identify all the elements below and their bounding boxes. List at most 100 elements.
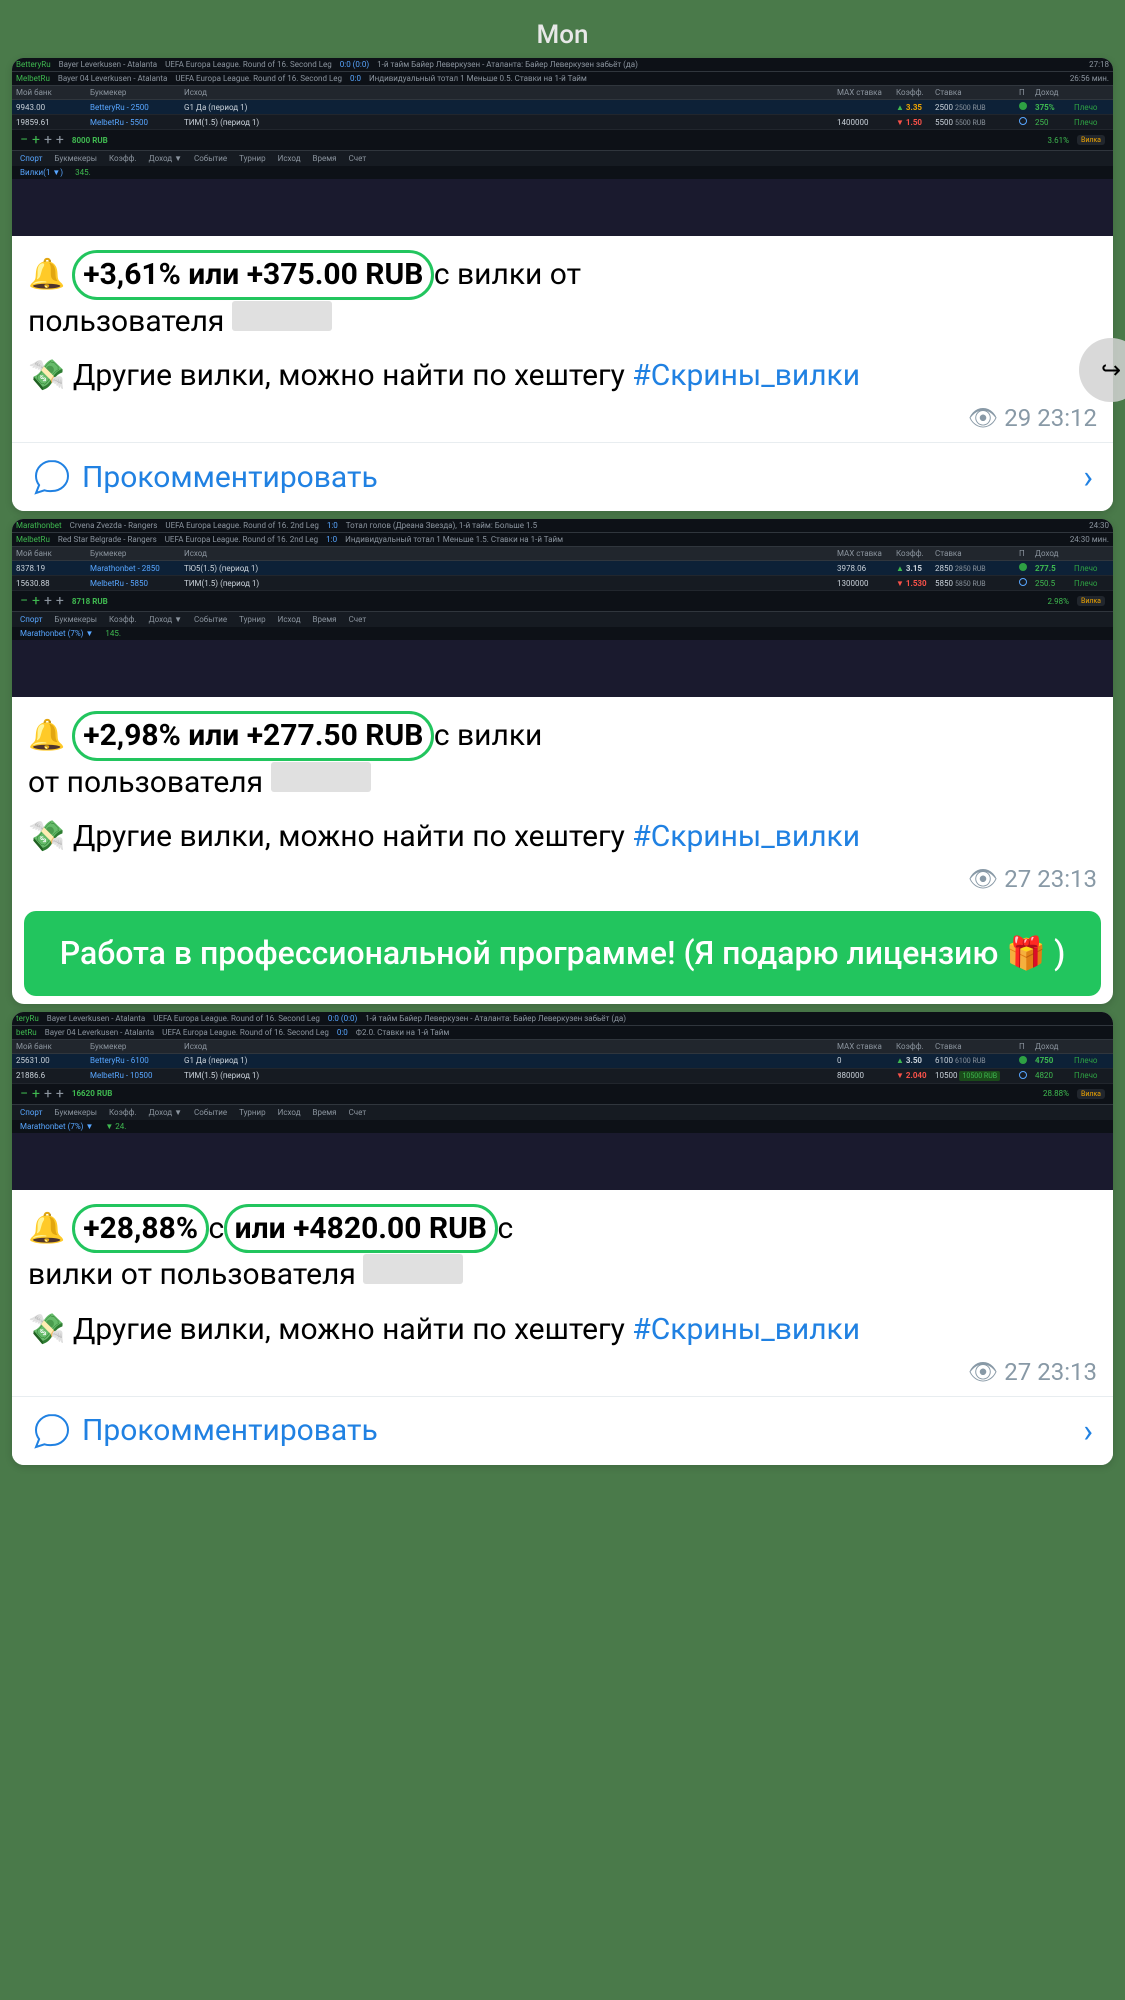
meta-2: 👁 27 23:13 <box>12 865 1113 903</box>
r3r2-bank: 21886.6 <box>16 1071 86 1080</box>
r1-action: Плечо <box>1074 103 1109 112</box>
r2r2-bk: MelbetRu - 5850 <box>90 579 180 588</box>
extra-coeff-2: 145. <box>105 629 121 638</box>
col2-bet-h: Ставка <box>935 549 1015 558</box>
chevron-right-3[interactable]: › <box>1083 1412 1093 1450</box>
percent-2: +2,98% <box>83 718 181 753</box>
ss3-league1: UEFA Europa League. Round of 16. Second … <box>153 1014 320 1023</box>
time-3: 23:13 <box>1037 1358 1097 1386</box>
r2r1-maxbet: 3978.06 <box>837 564 892 573</box>
ss3-desc1: 1-й тайм Байер Леверкузен - Аталанта: Ба… <box>365 1014 1109 1023</box>
tab-time-1[interactable]: Время <box>313 154 337 163</box>
tab-sport-2[interactable]: Спорт <box>20 615 42 624</box>
tab-income-3[interactable]: Доход ▼ <box>149 1108 182 1117</box>
ss1-desc2: Индивидуальный тотал 1 Меньше 0.5. Ставк… <box>369 74 1062 83</box>
tab-coeff-2[interactable]: Коэфф. <box>109 615 137 624</box>
percent-1: +3,61% <box>83 257 181 292</box>
message-body-1b: 💸 Другие вилки, можно найти по хештегу #… <box>12 353 1113 404</box>
r2-bk: MelbetRu - 5500 <box>90 118 180 127</box>
comment-bar-1[interactable]: Прокомментировать › <box>12 442 1113 511</box>
chevron-right-1[interactable]: › <box>1083 458 1093 496</box>
ss3-desc2: Ф2.0. Ставки на 1-й Тайм <box>356 1028 1109 1037</box>
tab-bk-2[interactable]: Букмекеры <box>54 615 97 624</box>
tab-time-2[interactable]: Время <box>313 615 337 624</box>
tab-score-2[interactable]: Счет <box>349 615 367 624</box>
r3r1-bk: BetteryRu - 6100 <box>90 1056 180 1065</box>
total-income-2: 2.98% <box>1047 597 1068 606</box>
highlight-box-3b: или +4820.00 RUB <box>224 1204 498 1254</box>
comment-left-1[interactable]: Прокомментировать <box>32 457 378 497</box>
post-3: teryRu Bayer Leverkusen - Atalanta UEFA … <box>12 1012 1113 1465</box>
col-bk-h: Букмекер <box>90 88 180 97</box>
tab-time-3[interactable]: Время <box>313 1108 337 1117</box>
hashtag-2[interactable]: #Скрины_вилки <box>632 819 860 854</box>
tab-coeff-3[interactable]: Коэфф. <box>109 1108 137 1117</box>
bell-icon-1: 🔔 <box>28 257 65 292</box>
message-body-1: 🔔 +3,61% или +375.00 RUB с вилки от поль… <box>12 236 1113 353</box>
bell-icon-3: 🔔 <box>28 1211 65 1246</box>
highlight-box-2: +2,98% или +277.50 RUB <box>72 711 434 761</box>
tab-outcome-2[interactable]: Исход <box>278 615 301 624</box>
col2-p-h: П <box>1019 549 1031 558</box>
extra-coeff-1: 345. <box>75 168 91 177</box>
r3r1-bet: 6100 6100 RUB <box>935 1056 1015 1065</box>
time-1: 23:12 <box>1037 404 1097 432</box>
tab-income-2[interactable]: Доход ▼ <box>149 615 182 624</box>
bottom-spacer <box>0 1473 1125 1513</box>
rub-2: или +277.50 RUB <box>188 718 423 753</box>
col-p-h: П <box>1019 88 1031 97</box>
tab-outcome-3[interactable]: Исход <box>278 1108 301 1117</box>
hashtag-1[interactable]: #Скрины_вилки <box>632 358 860 393</box>
money-icon-3: 💸 <box>28 1312 65 1347</box>
r3r1-bank: 25631.00 <box>16 1056 86 1065</box>
ss1-score1: 0:0 (0:0) <box>340 60 369 69</box>
comment-label-3[interactable]: Прокомментировать <box>82 1413 378 1448</box>
ss1-teams2: Bayer 04 Leverkusen - Atalanta <box>58 74 167 83</box>
username-3 <box>363 1254 463 1284</box>
comment-left-3[interactable]: Прокомментировать <box>32 1411 378 1451</box>
promo-banner: Работа в профессиональной программе! (Я … <box>24 911 1101 996</box>
tab-sport-3[interactable]: Спорт <box>20 1108 42 1117</box>
tab-event-1[interactable]: Событие <box>194 154 227 163</box>
tab-event-3[interactable]: Событие <box>194 1108 227 1117</box>
comment-label-1[interactable]: Прокомментировать <box>82 460 378 495</box>
r2r2-bet: 5850 5850 RUB <box>935 579 1015 588</box>
tab-tournament-1[interactable]: Турнир <box>239 154 266 163</box>
tab-bk-1[interactable]: Букмекеры <box>54 154 97 163</box>
tab-income-1[interactable]: Доход ▼ <box>149 154 182 163</box>
r3r2-income: 4820 <box>1035 1071 1070 1080</box>
comment-bar-3[interactable]: Прокомментировать › <box>12 1396 1113 1465</box>
col3-coeff-h: Коэфф. <box>896 1042 931 1051</box>
tab-event-2[interactable]: Событие <box>194 615 227 624</box>
username-2 <box>271 762 371 792</box>
plus-minus-2: − + + + <box>20 593 64 609</box>
hashtag-3[interactable]: #Скрины_вилки <box>632 1312 860 1347</box>
tab-coeff-1[interactable]: Коэфф. <box>109 154 137 163</box>
r2r2-radio <box>1019 578 1031 588</box>
post-2: Marathonbet Crvena Zvezda - Rangers UEFA… <box>12 519 1113 1004</box>
tab-score-1[interactable]: Счет <box>349 154 367 163</box>
tab-outcome-1[interactable]: Исход <box>278 154 301 163</box>
col3-outcome-h: Исход <box>184 1042 833 1051</box>
col2-income-h: Доход <box>1035 549 1070 558</box>
tab-tournament-2[interactable]: Турнир <box>239 615 266 624</box>
ss3-teams2: Bayer 04 Leverkusen - Atalanta <box>45 1028 154 1037</box>
screenshot-1: BetteryRu Bayer Leverkusen - Atalanta UE… <box>12 58 1113 236</box>
r1-bet: 2500 2500 RUB <box>935 103 1015 112</box>
ss2-time1: 24:30 <box>1089 521 1109 530</box>
col2-bank-h: Мой банк <box>16 549 86 558</box>
total-income-1: 3.61% <box>1047 136 1068 145</box>
r3r2-radio <box>1019 1071 1031 1081</box>
message-body-3: 🔔 +28,88% с или +4820.00 RUB с вилки от … <box>12 1190 1113 1307</box>
ss3-score1: 0:0 (0:0) <box>328 1014 357 1023</box>
tab-sport-1[interactable]: Спорт <box>20 154 42 163</box>
tab-tournament-3[interactable]: Турнир <box>239 1108 266 1117</box>
col2-coeff-h: Коэфф. <box>896 549 931 558</box>
message-body-2b: 💸 Другие вилки, можно найти по хештегу #… <box>12 814 1113 865</box>
tab-bk-3[interactable]: Букмекеры <box>54 1108 97 1117</box>
r3r1-radio <box>1019 1056 1031 1066</box>
eye-icon-1: 👁 <box>968 404 998 432</box>
total-rub-1: 8000 RUB <box>72 136 108 145</box>
tab-score-3[interactable]: Счет <box>349 1108 367 1117</box>
post-1: BetteryRu Bayer Leverkusen - Atalanta UE… <box>12 58 1113 511</box>
